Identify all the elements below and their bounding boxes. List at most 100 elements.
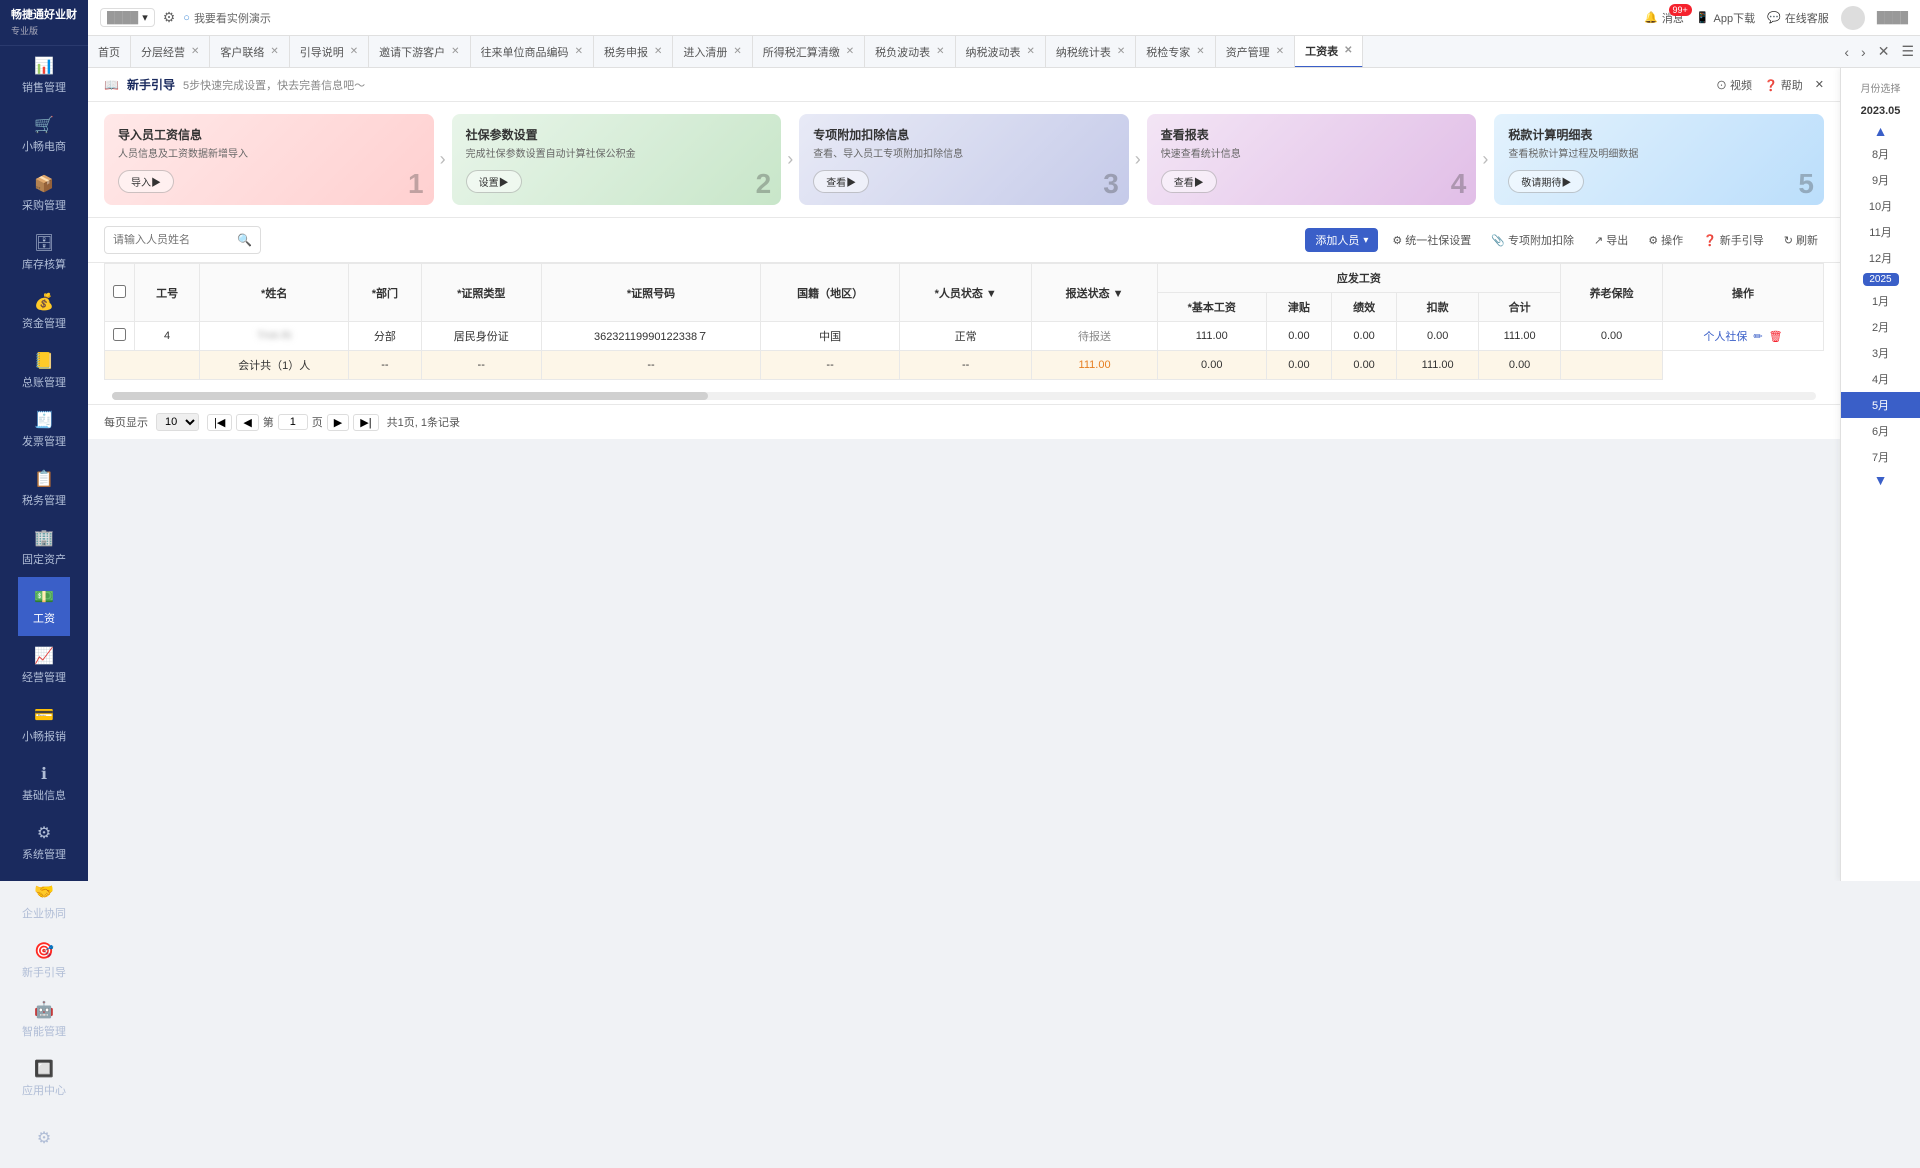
- tab-纳税波动表[interactable]: 纳税波动表✕: [956, 36, 1046, 68]
- tab-往来单位商品编码[interactable]: 往来单位商品编码✕: [471, 36, 594, 68]
- sidebar-item-新手引导[interactable]: 🎯新手引导: [18, 931, 70, 990]
- tab-close-icon[interactable]: ✕: [1344, 45, 1352, 56]
- sidebar-item-税务管理[interactable]: 📋税务管理: [18, 459, 70, 518]
- action-social-insurance[interactable]: 个人社保: [1703, 328, 1747, 344]
- sidebar-item-应用中心[interactable]: 🔲应用中心: [18, 1049, 70, 1108]
- tab-close-icon[interactable]: ✕: [1027, 46, 1035, 57]
- month-item-11月[interactable]: 11月: [1861, 219, 1900, 245]
- month-item-12月[interactable]: 12月: [1861, 245, 1900, 271]
- tab-税务申报[interactable]: 税务申报✕: [594, 36, 673, 68]
- month-item-2月[interactable]: 2月: [1864, 314, 1897, 340]
- tab-close-icon[interactable]: ✕: [1196, 46, 1204, 57]
- demo-link[interactable]: ○ 我要看实例演示: [183, 10, 271, 26]
- toolbar-btn-导出[interactable]: ↗导出: [1588, 229, 1634, 251]
- video-link[interactable]: ⊙ 视频: [1716, 77, 1752, 93]
- sidebar-item-企业协同[interactable]: 🤝企业协同: [18, 872, 70, 931]
- tab-close-icon[interactable]: ✕: [654, 46, 662, 57]
- sidebar-item-系统管理[interactable]: ⚙系统管理: [18, 813, 70, 872]
- month-item-3月[interactable]: 3月: [1864, 340, 1897, 366]
- sidebar-item-基础信息[interactable]: ℹ基础信息: [18, 754, 70, 813]
- page-last-btn[interactable]: ▶|: [353, 414, 378, 431]
- tab-引导说明[interactable]: 引导说明✕: [290, 36, 369, 68]
- sidebar-item-经营管理[interactable]: 📈经营管理: [18, 636, 70, 695]
- month-item-8月[interactable]: 8月: [1861, 141, 1900, 167]
- sidebar-item-销售管理[interactable]: 📊销售管理: [18, 46, 70, 105]
- sidebar-item-发票管理[interactable]: 🧾发票管理: [18, 400, 70, 459]
- sidebar-item-资金管理[interactable]: 💰资金管理: [18, 282, 70, 341]
- tab-分层经营[interactable]: 分层经营✕: [131, 36, 210, 68]
- tab-税检专家[interactable]: 税检专家✕: [1136, 36, 1215, 68]
- tab-close-all-btn[interactable]: ✕: [1872, 43, 1896, 60]
- add-person-button[interactable]: 添加人员 ▾: [1305, 228, 1378, 252]
- sidebar-item-settings[interactable]: ⚙: [33, 1118, 55, 1158]
- step-btn-4[interactable]: 查看▶: [1161, 170, 1217, 193]
- row-checkbox[interactable]: [113, 328, 126, 341]
- tab-进入清册[interactable]: 进入清册✕: [673, 36, 752, 68]
- tab-prev-btn[interactable]: ‹: [1838, 44, 1855, 60]
- step-btn-3[interactable]: 查看▶: [813, 170, 869, 193]
- month-item-4月[interactable]: 4月: [1864, 366, 1897, 392]
- step-btn-5[interactable]: 敬请期待▶: [1508, 170, 1584, 193]
- tab-close-icon[interactable]: ✕: [191, 46, 199, 57]
- tab-纳税统计表[interactable]: 纳税统计表✕: [1046, 36, 1136, 68]
- tab-menu-btn[interactable]: ☰: [1895, 43, 1920, 60]
- toolbar-btn-刷新[interactable]: ↻刷新: [1778, 229, 1824, 251]
- page-prev-btn[interactable]: ◀: [236, 414, 258, 431]
- sidebar-item-固定资产[interactable]: 🏢固定资产: [18, 518, 70, 577]
- page-first-btn[interactable]: |◀: [207, 414, 232, 431]
- month-item-active[interactable]: 5月: [1841, 392, 1920, 418]
- tab-所得税汇算清缴[interactable]: 所得税汇算清缴✕: [753, 36, 865, 68]
- close-guidance-btn[interactable]: ✕: [1815, 78, 1824, 91]
- sidebar-item-采购管理[interactable]: 📦采购管理: [18, 164, 70, 223]
- month-item-10月[interactable]: 10月: [1861, 193, 1900, 219]
- action-delete[interactable]: 🗑: [1769, 330, 1783, 343]
- app-download-btn[interactable]: 📱 App下载: [1696, 10, 1755, 26]
- tab-close-icon[interactable]: ✕: [575, 46, 583, 57]
- help-link[interactable]: ❓ 帮助: [1764, 77, 1803, 93]
- toolbar-btn-操作[interactable]: ⚙操作: [1642, 229, 1689, 251]
- tab-首页[interactable]: 首页: [88, 36, 131, 68]
- tab-close-icon[interactable]: ✕: [1276, 46, 1284, 57]
- online-service-btn[interactable]: 💬 在线客服: [1767, 10, 1829, 26]
- action-edit[interactable]: ✏: [1753, 330, 1762, 343]
- page-input[interactable]: [278, 414, 308, 430]
- tab-客户联络[interactable]: 客户联络✕: [210, 36, 289, 68]
- search-input[interactable]: [113, 234, 233, 246]
- horizontal-scrollbar[interactable]: [112, 392, 1816, 400]
- tab-close-icon[interactable]: ✕: [451, 46, 459, 57]
- tab-close-icon[interactable]: ✕: [936, 46, 944, 57]
- toolbar-btn-统一社保设置[interactable]: ⚙统一社保设置: [1386, 229, 1477, 251]
- page-next-btn[interactable]: ▶: [327, 414, 349, 431]
- sidebar-item-总账管理[interactable]: 📒总账管理: [18, 341, 70, 400]
- month-up-btn[interactable]: ▲: [1872, 121, 1890, 141]
- tab-close-icon[interactable]: ✕: [733, 46, 741, 57]
- page-size-select[interactable]: 10 20 50: [156, 413, 199, 431]
- step-btn-2[interactable]: 设置▶: [466, 170, 522, 193]
- settings-icon[interactable]: ⚙: [163, 9, 176, 26]
- month-item-6月[interactable]: 6月: [1864, 418, 1897, 444]
- sidebar-item-智能管理[interactable]: 🤖智能管理: [18, 990, 70, 1049]
- tab-资产管理[interactable]: 资产管理✕: [1216, 36, 1295, 68]
- tab-close-icon[interactable]: ✕: [1117, 46, 1125, 57]
- month-item-1月[interactable]: 1月: [1864, 288, 1897, 314]
- select-all-checkbox[interactable]: [113, 285, 126, 298]
- month-down-btn[interactable]: ▼: [1872, 470, 1890, 490]
- tab-邀请下游客户[interactable]: 邀请下游客户✕: [369, 36, 470, 68]
- tab-close-icon[interactable]: ✕: [270, 46, 278, 57]
- search-icon[interactable]: 🔍: [237, 233, 252, 247]
- sidebar-item-小畅电商[interactable]: 🛒小畅电商: [18, 105, 70, 164]
- company-dropdown[interactable]: ████ ▾: [100, 8, 155, 27]
- tab-工资表[interactable]: 工资表✕: [1295, 36, 1363, 68]
- avatar[interactable]: [1841, 6, 1865, 30]
- sidebar-item-小畅报销[interactable]: 💳小畅报销: [18, 695, 70, 754]
- toolbar-btn-专项附加扣除[interactable]: 📎专项附加扣除: [1485, 229, 1580, 251]
- month-item-7月[interactable]: 7月: [1864, 444, 1897, 470]
- tab-close-icon[interactable]: ✕: [350, 46, 358, 57]
- toolbar-btn-新手引导[interactable]: ❓新手引导: [1697, 229, 1770, 251]
- sidebar-item-工资[interactable]: 💵工资: [18, 577, 70, 636]
- month-item-9月[interactable]: 9月: [1861, 167, 1900, 193]
- step-btn-1[interactable]: 导入▶: [118, 170, 174, 193]
- tab-税负波动表[interactable]: 税负波动表✕: [865, 36, 955, 68]
- tab-close-icon[interactable]: ✕: [846, 46, 854, 57]
- message-btn[interactable]: 🔔 消息 99+: [1644, 10, 1684, 26]
